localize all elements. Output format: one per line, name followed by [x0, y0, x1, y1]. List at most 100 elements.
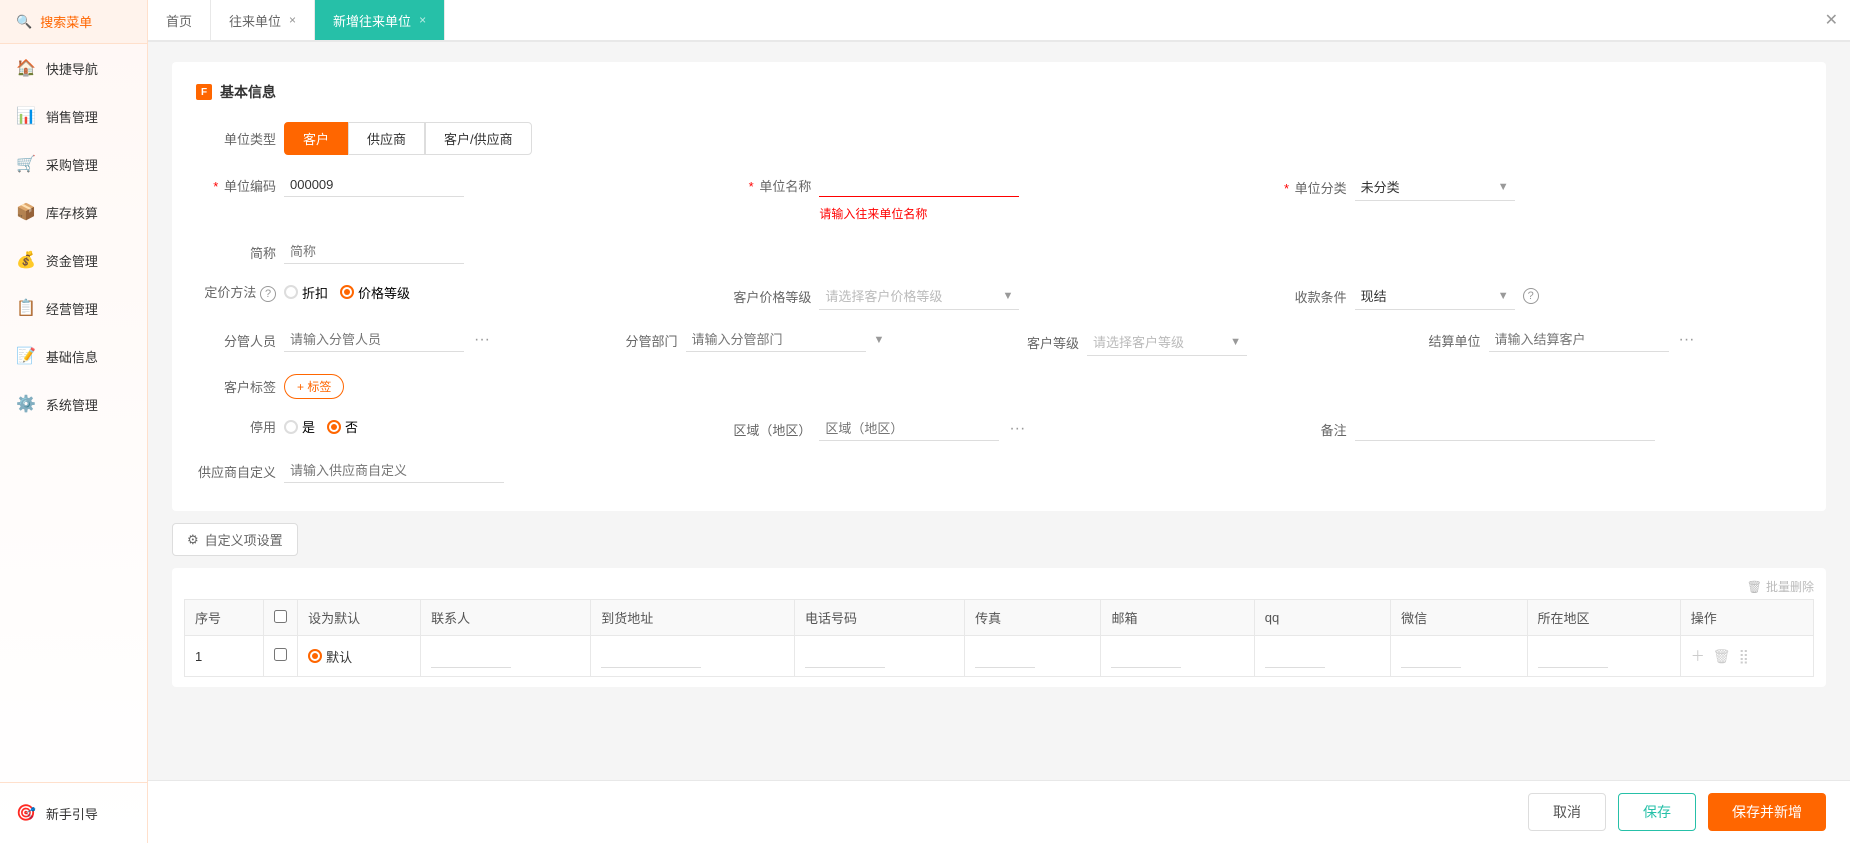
customer-level-select[interactable]: 请选择客户等级 ▼ [1087, 328, 1247, 356]
customer-level-field: 客户等级 请选择客户等级 ▼ [999, 328, 1401, 356]
tab-partners[interactable]: 往来单位 × [211, 0, 315, 40]
sidebar-footer: 🎯 新手引导 [0, 782, 147, 843]
cell-qq[interactable] [1254, 636, 1390, 677]
tab-new-partner-close[interactable]: × [419, 13, 426, 27]
unit-name-input[interactable] [819, 173, 1019, 197]
supplier-custom-input[interactable] [284, 459, 504, 483]
select-all-checkbox[interactable] [274, 610, 287, 623]
col-contact: 联系人 [421, 600, 591, 636]
section-title: F 基本信息 [196, 82, 1802, 102]
settlement-dots-btn[interactable]: ··· [1677, 331, 1697, 349]
col-phone: 电话号码 [794, 600, 964, 636]
pricing-level-radio[interactable] [340, 285, 354, 299]
sidebar-item-label: 库存核算 [46, 203, 98, 222]
custom-settings-btn[interactable]: ⚙ 自定义项设置 [172, 523, 298, 556]
phone-input[interactable] [805, 644, 885, 668]
form-footer: 取消 保存 保存并新增 [148, 780, 1850, 843]
beginner-icon: 🎯 [16, 803, 36, 823]
sidebar-item-operations[interactable]: 📋 经营管理 [0, 284, 147, 332]
pricing-level-option[interactable]: 价格等级 [340, 283, 410, 302]
customer-level-label: 客户等级 [999, 333, 1079, 352]
finance-icon: 💰 [16, 250, 36, 270]
sidebar-item-purchase[interactable]: 🛒 采购管理 [0, 140, 147, 188]
unit-type-supplier-btn[interactable]: 供应商 [348, 122, 425, 155]
qq-input[interactable] [1265, 644, 1325, 668]
cell-checkbox[interactable] [264, 636, 298, 677]
manager-input[interactable] [284, 328, 464, 352]
sidebar-item-system[interactable]: ⚙️ 系统管理 [0, 380, 147, 428]
sidebar-item-quick-nav[interactable]: 🏠 快捷导航 [0, 44, 147, 92]
disabled-field: 停用 是 否 [196, 417, 731, 436]
col-fax: 传真 [965, 600, 1101, 636]
pricing-discount-radio[interactable] [284, 285, 298, 299]
sidebar-item-inventory[interactable]: 📦 库存核算 [0, 188, 147, 236]
unit-code-input[interactable] [284, 173, 464, 197]
manager-dots-btn[interactable]: ··· [472, 331, 492, 349]
cell-wechat[interactable] [1391, 636, 1527, 677]
cell-location[interactable] [1527, 636, 1680, 677]
tab-home[interactable]: 首页 [148, 0, 211, 40]
pricing-method-label: 定价方法 ? [196, 282, 276, 302]
payment-terms-value: 现结 [1361, 286, 1387, 305]
region-dots-btn[interactable]: ··· [1007, 420, 1027, 438]
region-input[interactable] [819, 417, 999, 441]
contact-input[interactable] [431, 644, 511, 668]
payment-terms-select[interactable]: 现结 ▼ [1355, 282, 1515, 310]
unit-type-both-btn[interactable]: 客户/供应商 [425, 122, 532, 155]
settlement-input[interactable] [1489, 328, 1669, 352]
unit-category-select[interactable]: 未分类 ▼ [1355, 173, 1515, 201]
cell-contact[interactable] [421, 636, 591, 677]
cell-email[interactable] [1101, 636, 1254, 677]
save-button[interactable]: 保存 [1618, 793, 1696, 831]
disabled-yes-radio[interactable] [284, 420, 298, 434]
batch-delete-btn[interactable]: 🗑 批量删除 [184, 578, 1814, 595]
pricing-help-icon[interactable]: ? [260, 286, 276, 302]
customer-price-placeholder: 请选择客户价格等级 [825, 286, 942, 305]
remark-input[interactable] [1355, 417, 1655, 441]
cell-fax[interactable] [965, 636, 1101, 677]
address-input[interactable] [601, 644, 701, 668]
payment-help-icon[interactable]: ? [1523, 288, 1539, 304]
add-row-icon[interactable]: ＋ [1691, 646, 1705, 666]
add-tag-btn[interactable]: + 标签 [284, 374, 344, 399]
pricing-discount-option[interactable]: 折扣 [284, 283, 328, 302]
wechat-input[interactable] [1401, 644, 1461, 668]
chevron-down-icon3: ▼ [1498, 290, 1509, 302]
sidebar-search[interactable]: 🔍 搜索菜单 [0, 0, 147, 44]
fax-input[interactable] [975, 644, 1035, 668]
save-new-button[interactable]: 保存并新增 [1708, 793, 1826, 831]
customer-price-field: 客户价格等级 请选择客户价格等级 ▼ [731, 282, 1266, 310]
location-input[interactable] [1538, 644, 1608, 668]
customer-price-select[interactable]: 请选择客户价格等级 ▼ [819, 282, 1019, 310]
unit-type-customer-btn[interactable]: 客户 [284, 122, 348, 155]
col-checkbox[interactable] [264, 600, 298, 636]
default-radio-item[interactable]: 默认 [308, 647, 410, 666]
disabled-radio-group: 是 否 [284, 417, 358, 436]
tab-partners-close[interactable]: × [289, 13, 296, 27]
cell-address[interactable] [591, 636, 795, 677]
sidebar-item-basic-info[interactable]: 📝 基础信息 [0, 332, 147, 380]
sidebar-item-sales[interactable]: 📊 销售管理 [0, 92, 147, 140]
disabled-no-radio[interactable] [327, 420, 341, 434]
unit-category-label: * 单位分类 [1267, 178, 1347, 197]
default-radio[interactable] [308, 649, 322, 663]
sales-icon: 📊 [16, 106, 36, 126]
tabs-close-all[interactable]: ✕ [1813, 0, 1850, 40]
tab-new-partner[interactable]: 新增往来单位 × [315, 0, 445, 40]
remark-field: 备注 [1267, 417, 1802, 441]
cell-seq: 1 [185, 636, 264, 677]
sidebar-item-finance[interactable]: 💰 资金管理 [0, 236, 147, 284]
cancel-button[interactable]: 取消 [1528, 793, 1606, 831]
row-checkbox[interactable] [274, 648, 287, 661]
delete-row-icon[interactable]: 🗑 [1713, 648, 1731, 665]
disabled-yes-option[interactable]: 是 [284, 417, 315, 436]
disabled-no-option[interactable]: 否 [327, 417, 358, 436]
drag-handle-icon[interactable]: ⣿ [1739, 648, 1749, 665]
disabled-yes-label: 是 [302, 417, 315, 436]
department-input[interactable] [686, 328, 866, 352]
sidebar-item-beginner[interactable]: 🎯 新手引导 [0, 793, 147, 833]
col-qq: qq [1254, 600, 1390, 636]
cell-phone[interactable] [794, 636, 964, 677]
email-input[interactable] [1111, 644, 1181, 668]
short-name-input[interactable] [284, 240, 464, 264]
